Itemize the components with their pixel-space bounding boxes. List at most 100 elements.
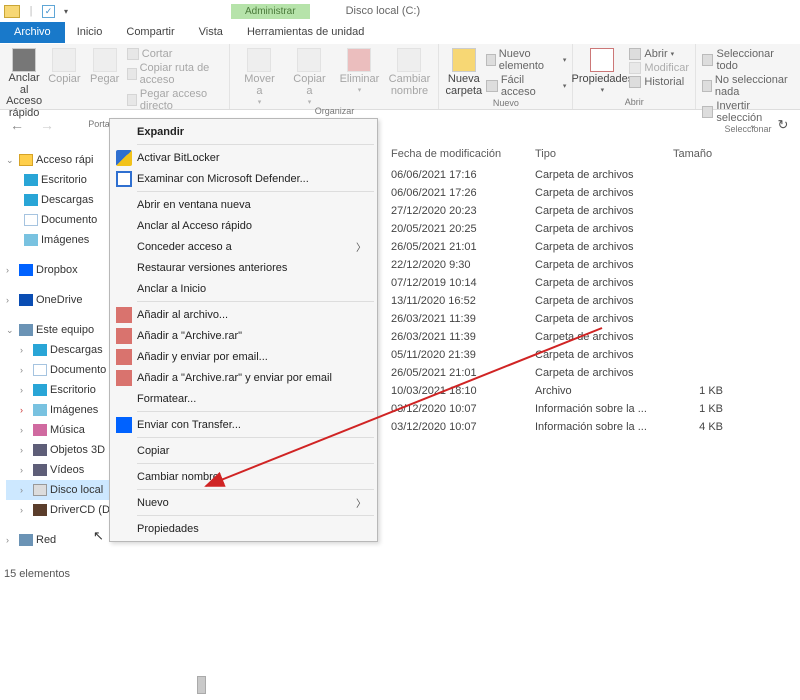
ctx-pin-start[interactable]: Anclar a Inicio: [111, 278, 376, 299]
cursor-icon: ↖: [93, 528, 104, 544]
properties-icon: [590, 48, 614, 72]
tree-dropbox[interactable]: ›Dropbox: [6, 260, 110, 280]
separator: [137, 437, 374, 438]
tab-home[interactable]: Inicio: [65, 22, 115, 43]
new-item-icon: [486, 54, 496, 66]
history-icon: [629, 76, 641, 88]
tab-file[interactable]: Archivo: [0, 22, 65, 43]
ctx-defender[interactable]: Examinar con Microsoft Defender...: [111, 168, 376, 189]
paste-shortcut-button[interactable]: Pegar acceso directo: [127, 88, 224, 112]
cut-button[interactable]: Cortar: [127, 48, 224, 60]
disk-icon: [33, 484, 47, 496]
ctx-new-window[interactable]: Abrir en ventana nueva: [111, 194, 376, 215]
forward-button[interactable]: →: [38, 117, 56, 133]
tree-pictures2[interactable]: ›Imágenes: [6, 400, 110, 420]
download-icon: [24, 194, 38, 206]
tree-downloads2[interactable]: ›Descargas: [6, 340, 110, 360]
move-to-button[interactable]: Mover a▾: [236, 46, 282, 106]
delete-button[interactable]: Eliminar▾: [336, 46, 382, 94]
navigation-tree: ⌄Acceso rápi Escritorio Descargas Docume…: [0, 140, 110, 560]
tab-share[interactable]: Compartir: [114, 22, 186, 43]
ctx-rename[interactable]: Cambiar nombre: [111, 466, 376, 487]
status-bar: 15 elementos: [4, 568, 70, 580]
separator: [137, 515, 374, 516]
ctx-bitlocker[interactable]: Activar BitLocker: [111, 147, 376, 168]
scrollbar-thumb[interactable]: [197, 676, 206, 694]
tree-local-disk[interactable]: ›Disco local: [6, 480, 110, 500]
tree-quick-access[interactable]: ⌄Acceso rápi: [6, 150, 110, 170]
checkbox-icon[interactable]: ✓: [42, 5, 55, 18]
ctx-pin-quick[interactable]: Anclar al Acceso rápido: [111, 215, 376, 236]
ribbon-group-new: Nueva carpeta Nuevo elemento ▾ Fácil acc…: [439, 44, 573, 109]
ctx-format[interactable]: Formatear...: [111, 388, 376, 409]
easy-access-icon: [486, 80, 498, 92]
col-size[interactable]: Tamaño: [673, 148, 733, 160]
winrar-icon: [116, 328, 132, 344]
clipboard-small-buttons: Cortar Copiar ruta de acceso Pegar acces…: [127, 46, 224, 112]
window-title: Disco local (C:): [346, 5, 421, 17]
tree-3d-objects[interactable]: ›Objetos 3D: [6, 440, 110, 460]
move-icon: [247, 48, 271, 72]
new-folder-button[interactable]: Nueva carpeta: [445, 46, 482, 97]
copy-path-button[interactable]: Copiar ruta de acceso: [127, 62, 224, 86]
pin-icon: [12, 48, 36, 72]
ctx-transfer[interactable]: Enviar con Transfer...: [111, 414, 376, 435]
tab-drive-tools[interactable]: Herramientas de unidad: [235, 22, 376, 43]
tree-desktop[interactable]: Escritorio: [6, 170, 110, 190]
history-button[interactable]: Historial: [629, 76, 689, 88]
edit-button[interactable]: Modificar: [629, 62, 689, 74]
tree-videos[interactable]: ›Vídeos: [6, 460, 110, 480]
defender-icon: [116, 171, 132, 187]
tree-onedrive[interactable]: ›OneDrive: [6, 290, 110, 310]
tree-this-pc[interactable]: ⌄Este equipo: [6, 320, 110, 340]
folder-icon[interactable]: [4, 5, 20, 18]
tree-documents[interactable]: Documento: [6, 210, 110, 230]
easy-access-button[interactable]: Fácil acceso ▾: [486, 74, 566, 98]
back-button[interactable]: ←: [8, 117, 26, 133]
winrar-icon: [116, 349, 132, 365]
ctx-restore[interactable]: Restaurar versiones anteriores: [111, 257, 376, 278]
winrar-icon: [116, 370, 132, 386]
desktop-icon: [24, 174, 38, 186]
ctx-properties[interactable]: Propiedades: [111, 518, 376, 539]
dropbox-icon: [19, 264, 33, 276]
ctx-expand[interactable]: Expandir: [111, 121, 376, 142]
ctx-new[interactable]: Nuevo〉: [111, 492, 376, 513]
col-type[interactable]: Tipo: [535, 148, 673, 160]
select-none-button[interactable]: No seleccionar nada: [702, 74, 794, 98]
rename-icon: [397, 48, 421, 72]
refresh-button[interactable]: ↻: [774, 117, 792, 133]
ctx-add-rar[interactable]: Añadir a "Archive.rar": [111, 325, 376, 346]
winrar-icon: [116, 307, 132, 323]
ctx-copy[interactable]: Copiar: [111, 440, 376, 461]
properties-button[interactable]: Propiedades▾: [579, 46, 625, 94]
rename-button[interactable]: Cambiar nombre: [386, 46, 432, 97]
tree-music[interactable]: ›Música: [6, 420, 110, 440]
ctx-add-rar-email[interactable]: Añadir a "Archive.rar" y enviar por emai…: [111, 367, 376, 388]
tree-pictures[interactable]: Imágenes: [6, 230, 110, 250]
open-small-buttons: Abrir ▾ Modificar Historial: [629, 46, 689, 88]
select-all-button[interactable]: Seleccionar todo: [702, 48, 794, 72]
pin-quick-access-button[interactable]: Anclar al Acceso rápido: [6, 46, 42, 119]
address-dropdown-icon[interactable]: ⌄: [744, 120, 762, 131]
open-button[interactable]: Abrir ▾: [629, 48, 689, 60]
separator: [137, 191, 374, 192]
dropbox-icon: [116, 417, 132, 433]
col-modified[interactable]: Fecha de modificación: [391, 148, 535, 160]
document-icon: [24, 214, 38, 226]
copy-button[interactable]: Copiar: [46, 46, 82, 85]
qat-dropdown-icon[interactable]: ▾: [57, 2, 75, 20]
tree-downloads[interactable]: Descargas: [6, 190, 110, 210]
copy-to-button[interactable]: Copiar a▾: [286, 46, 332, 106]
new-item-button[interactable]: Nuevo elemento ▾: [486, 48, 566, 72]
tree-desktop2[interactable]: ›Escritorio: [6, 380, 110, 400]
tree-documents2[interactable]: ›Documento: [6, 360, 110, 380]
video-icon: [33, 464, 47, 476]
tree-driver-cd[interactable]: ›DriverCD (D: [6, 500, 110, 520]
tab-view[interactable]: Vista: [187, 22, 235, 43]
ctx-add-email[interactable]: Añadir y enviar por email...: [111, 346, 376, 367]
paste-button[interactable]: Pegar: [87, 46, 123, 85]
ctx-grant-access[interactable]: Conceder acceso a〉: [111, 236, 376, 257]
separator: [137, 463, 374, 464]
ctx-add-archive[interactable]: Añadir al archivo...: [111, 304, 376, 325]
